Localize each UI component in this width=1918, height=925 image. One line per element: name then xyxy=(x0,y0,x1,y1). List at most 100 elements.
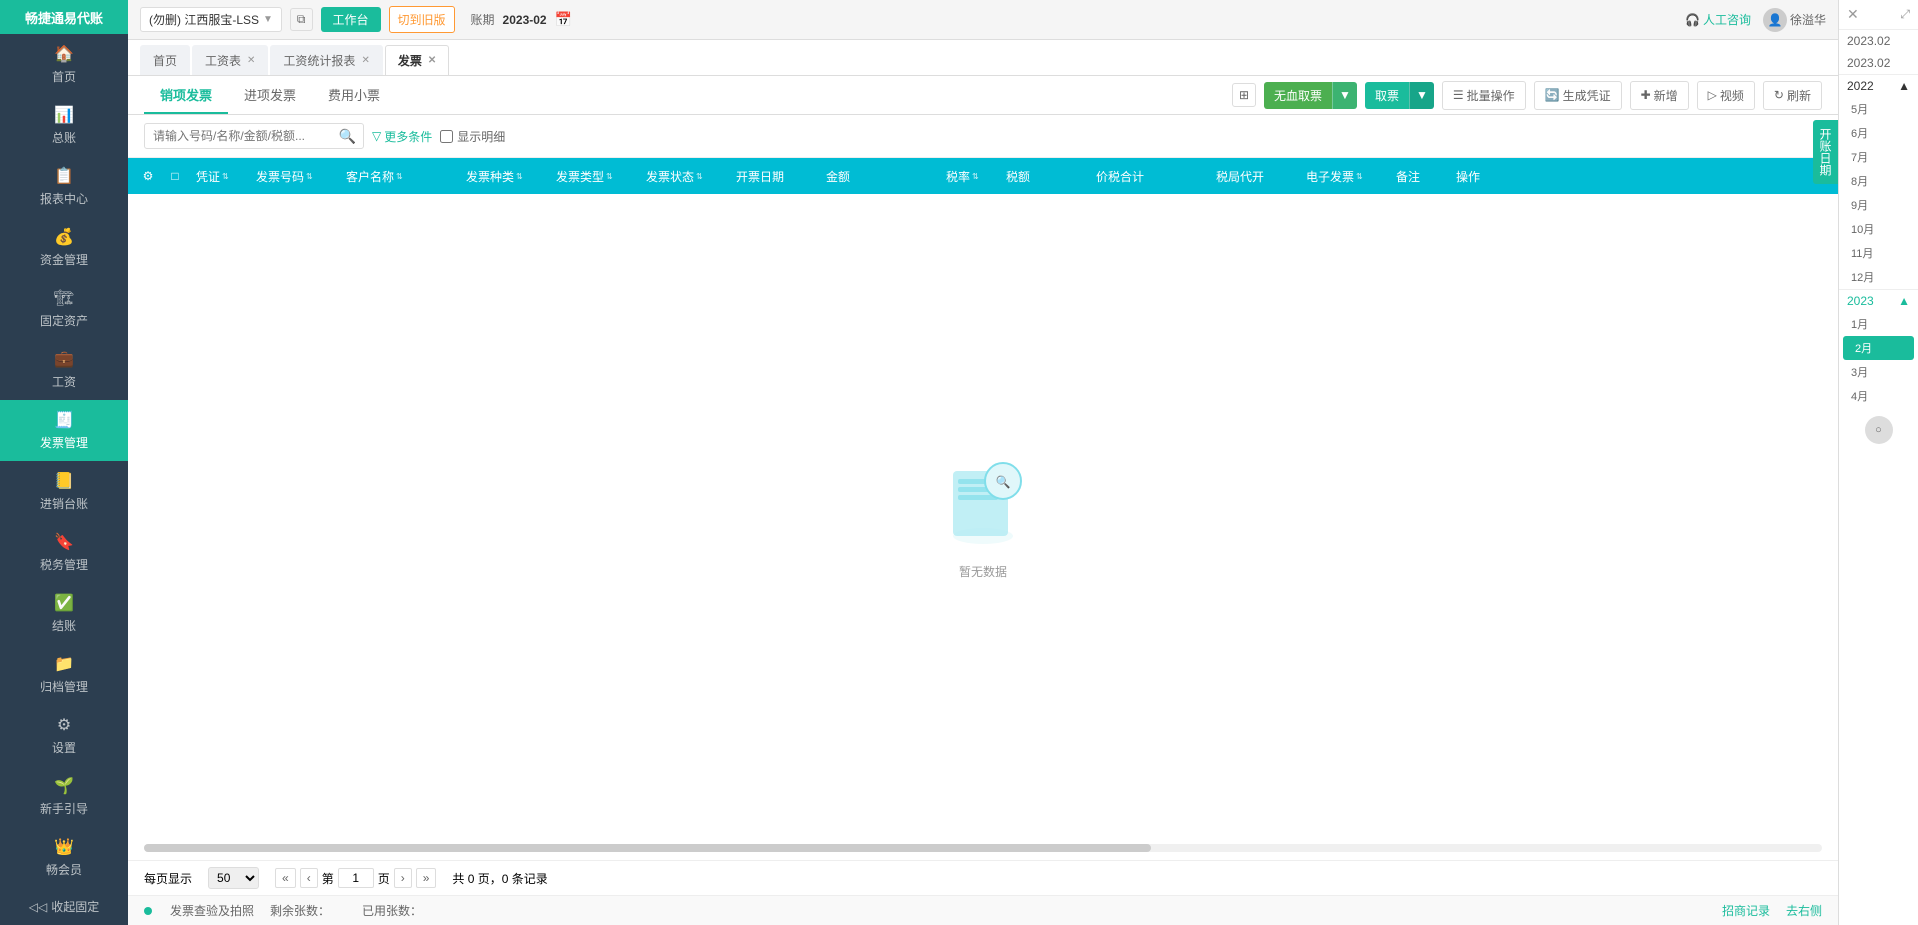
year-2022-label[interactable]: 2022 ▲ xyxy=(1839,75,1918,97)
open-period-btn[interactable]: 开账日期 xyxy=(1813,120,1838,184)
month-4-2023[interactable]: 4月 xyxy=(1839,384,1918,408)
video-label: 视频 xyxy=(1720,87,1744,104)
date-panel-action-btn[interactable]: ○ xyxy=(1865,416,1893,444)
year-2023-label[interactable]: 2023 ▲ xyxy=(1839,290,1918,312)
video-button[interactable]: ▷ 视频 xyxy=(1697,81,1755,110)
sidebar-item-home[interactable]: 🏠 首页 xyxy=(0,34,128,95)
svg-text:🔍: 🔍 xyxy=(996,474,1011,489)
refresh-button[interactable]: ↻ 刷新 xyxy=(1763,81,1822,110)
tab-payroll[interactable]: 工资表 ✕ xyxy=(192,45,268,75)
sidebar-item-finance[interactable]: 💰 资金管理 xyxy=(0,217,128,278)
prev-page-btn[interactable]: ‹ xyxy=(300,868,318,888)
month-8[interactable]: 8月 xyxy=(1839,169,1918,193)
tab-home[interactable]: 首页 xyxy=(140,45,190,75)
horizontal-scrollbar[interactable] xyxy=(144,844,1822,852)
tab-invoice[interactable]: 发票 ✕ xyxy=(385,45,449,75)
next-page-btn[interactable]: › xyxy=(394,868,412,888)
new-button[interactable]: ✚ 新增 xyxy=(1630,81,1689,110)
tab-invoice-close[interactable]: ✕ xyxy=(428,55,436,66)
sidebar-item-ledger[interactable]: 📊 总账 xyxy=(0,95,128,156)
tab-payroll-stats[interactable]: 工资统计报表 ✕ xyxy=(270,45,382,75)
month-2-2023[interactable]: 2月 xyxy=(1843,336,1914,360)
th-tax-amount: 税额 xyxy=(1000,168,1090,185)
sidebar-item-label: 归档管理 xyxy=(40,678,88,695)
close-panel-btn[interactable]: ✕ xyxy=(1847,6,1859,23)
sort-icon: ⇅ xyxy=(972,172,979,181)
search-icon[interactable]: 🔍 xyxy=(339,128,356,145)
generate-voucher-button[interactable]: 🔄 生成凭证 xyxy=(1534,81,1622,110)
month-1-2023[interactable]: 1月 xyxy=(1839,312,1918,336)
switch-button[interactable]: 切到旧版 xyxy=(389,6,455,33)
month-9[interactable]: 9月 xyxy=(1839,193,1918,217)
month-10[interactable]: 10月 xyxy=(1839,217,1918,241)
sidebar-collapse[interactable]: ◁◁ 收起固定 xyxy=(0,888,128,925)
sidebar-item-label: 新手引导 xyxy=(40,800,88,817)
per-page-select[interactable]: 50 20 100 xyxy=(208,867,259,889)
pick-button[interactable]: 取票 xyxy=(1365,82,1409,109)
th-tax-rate: 税率 ⇅ xyxy=(940,168,1000,185)
sidebar-item-guide[interactable]: 🌱 新手引导 xyxy=(0,766,128,827)
batch-op-button[interactable]: ☰ 批量操作 xyxy=(1442,81,1526,110)
show-detail-checkbox[interactable] xyxy=(440,130,453,143)
grid-icon: ⊞ xyxy=(1239,88,1249,102)
search-input[interactable] xyxy=(144,123,364,149)
month-6[interactable]: 6月 xyxy=(1839,121,1918,145)
th-remark: 备注 xyxy=(1390,168,1450,185)
assets-icon: 🏗 xyxy=(54,288,74,308)
sort-icon: ⇅ xyxy=(396,172,403,181)
workbench-button[interactable]: 工作台 xyxy=(321,7,381,32)
date-year-2023-02-2[interactable]: 2023.02 xyxy=(1839,52,1918,74)
company-selector[interactable]: (勿删) 江西服宝-LSS ▼ xyxy=(140,7,282,32)
sidebar-item-archive[interactable]: 📁 归档管理 xyxy=(0,644,128,705)
tab-payroll-close[interactable]: ✕ xyxy=(247,55,255,66)
batch-label: 批量操作 xyxy=(1467,87,1515,104)
maximize-btn[interactable]: ⤢ xyxy=(1900,7,1910,22)
sidebar-item-assets[interactable]: 🏗 固定资产 xyxy=(0,278,128,339)
no-pick-button[interactable]: 无血取票 xyxy=(1264,82,1332,109)
tab-payroll-stats-close[interactable]: ✕ xyxy=(361,55,369,66)
invite-link[interactable]: 招商记录 xyxy=(1722,902,1770,919)
sidebar-item-settings[interactable]: ⚙ 设置 xyxy=(0,705,128,766)
scrollbar-thumb xyxy=(144,844,1151,852)
grid-view-button[interactable]: ⊞ xyxy=(1232,83,1256,107)
sidebar-item-label: 税务管理 xyxy=(40,556,88,573)
total-records: 共 0 页，0 条记录 xyxy=(452,870,547,887)
tax-icon: 🔖 xyxy=(54,532,74,552)
th-check[interactable]: □ xyxy=(160,169,190,183)
sub-tabs: 销项发票 进项发票 费用小票 xyxy=(144,76,396,114)
no-pick-dropdown[interactable]: ▼ xyxy=(1332,82,1357,109)
sub-tab-purchase[interactable]: 进项发票 xyxy=(228,77,312,114)
sidebar-item-sales-ledger[interactable]: 📒 进销台账 xyxy=(0,461,128,522)
sidebar-item-payroll[interactable]: 💼 工资 xyxy=(0,339,128,400)
sidebar-item-label: 畅会员 xyxy=(46,861,82,878)
page-unit: 页 xyxy=(378,870,390,887)
service-btn[interactable]: 🎧 人工咨询 xyxy=(1685,11,1751,28)
sidebar-item-invoice[interactable]: 🧾 发票管理 xyxy=(0,400,128,461)
sub-tab-sales[interactable]: 销项发票 xyxy=(144,77,228,114)
sidebar-item-tax[interactable]: 🔖 税务管理 xyxy=(0,522,128,583)
sidebar-item-close[interactable]: ✅ 结账 xyxy=(0,583,128,644)
month-7[interactable]: 7月 xyxy=(1839,145,1918,169)
search-bar: 🔍 ▽ 更多条件 显示明细 xyxy=(128,115,1838,158)
collapse-icon: ◁◁ xyxy=(29,900,47,914)
go-right-link[interactable]: 去右侧 xyxy=(1786,902,1822,919)
pick-dropdown[interactable]: ▼ xyxy=(1409,82,1434,109)
sidebar-item-member[interactable]: 👑 畅会员 xyxy=(0,827,128,888)
sidebar-item-reports[interactable]: 📋 报表中心 xyxy=(0,156,128,217)
month-12[interactable]: 12月 xyxy=(1839,265,1918,289)
check-indicator xyxy=(144,907,152,915)
empty-svg: 🔍 xyxy=(933,451,1033,551)
year-2023-text: 2023 xyxy=(1847,294,1874,308)
page-input[interactable] xyxy=(338,868,374,888)
month-3-2023[interactable]: 3月 xyxy=(1839,360,1918,384)
show-detail-toggle[interactable]: 显示明细 xyxy=(440,128,505,145)
date-year-2023-02-1[interactable]: 2023.02 xyxy=(1839,30,1918,52)
last-page-btn[interactable]: » xyxy=(416,868,437,888)
month-11[interactable]: 11月 xyxy=(1839,241,1918,265)
filter-button[interactable]: ▽ 更多条件 xyxy=(372,128,432,145)
month-5[interactable]: 5月 xyxy=(1839,97,1918,121)
sub-tab-receipt[interactable]: 费用小票 xyxy=(312,77,396,114)
user-menu[interactable]: 👤 徐溢华 xyxy=(1763,8,1826,32)
first-page-btn[interactable]: « xyxy=(275,868,296,888)
copy-button[interactable]: ⧉ xyxy=(290,8,313,31)
